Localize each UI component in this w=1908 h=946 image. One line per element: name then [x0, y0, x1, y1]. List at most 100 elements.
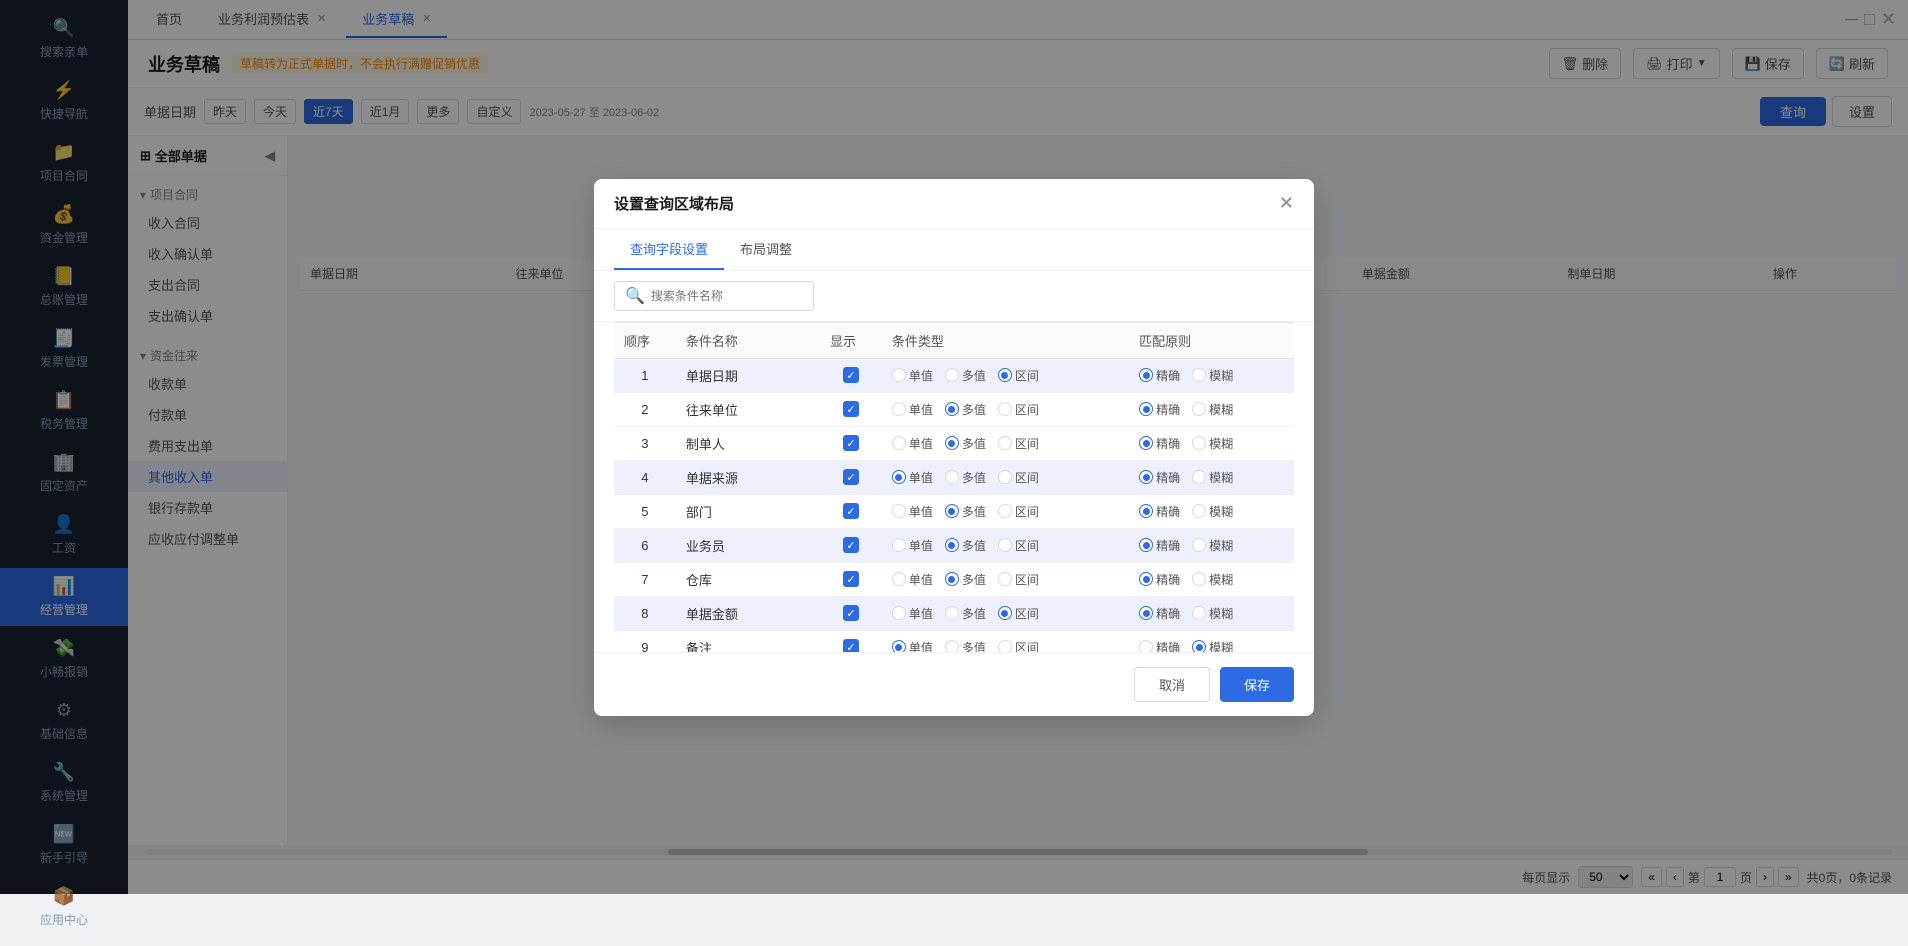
row-name: 制单人 [676, 426, 820, 460]
dialog-tab-fields[interactable]: 查询字段设置 [614, 229, 724, 270]
row-type-cell: 单值多值区间 [882, 392, 1129, 426]
row-seq: 4 [614, 460, 676, 494]
type-radio-type_multi[interactable]: 多值 [945, 435, 986, 452]
dialog-tab-layout[interactable]: 布局调整 [724, 229, 808, 270]
type-radio-type_single[interactable]: 单值 [892, 537, 933, 554]
type-radio-type_single[interactable]: 单值 [892, 469, 933, 486]
type-radio-type_single[interactable]: 单值 [892, 435, 933, 452]
match-radio-match_exact[interactable]: 精确 [1139, 469, 1180, 486]
dialog-close-btn[interactable]: ✕ [1279, 193, 1294, 214]
type-radio-type_multi[interactable]: 多值 [945, 605, 986, 622]
row-name: 单据来源 [676, 460, 820, 494]
match-radio-match_exact[interactable]: 精确 [1139, 401, 1180, 418]
row-type-cell: 单值多值区间 [882, 528, 1129, 562]
type-radio-type_range[interactable]: 区间 [998, 367, 1039, 384]
settings-table-row: 9备注单值多值区间精确模糊 [614, 630, 1294, 652]
match-radio-match_exact[interactable]: 精确 [1139, 605, 1180, 622]
settings-table-row: 4单据来源 单值多值区间 精确模糊 [614, 460, 1294, 494]
match-radio-match_exact[interactable]: 精确 [1139, 639, 1180, 652]
th-type: 条件类型 [882, 322, 1129, 358]
radio-dot [892, 606, 906, 620]
radio-dot [945, 538, 959, 552]
match-radio-match_exact[interactable]: 精确 [1139, 503, 1180, 520]
show-checkbox[interactable] [843, 503, 859, 519]
type-radio-type_multi[interactable]: 多值 [945, 639, 986, 652]
row-show-cell [820, 460, 882, 494]
row-seq: 7 [614, 562, 676, 596]
match-radio-match_fuzzy[interactable]: 模糊 [1192, 571, 1233, 588]
type-radio-type_multi[interactable]: 多值 [945, 401, 986, 418]
th-name: 条件名称 [676, 322, 820, 358]
type-radio-type_multi[interactable]: 多值 [945, 503, 986, 520]
type-radio-type_single[interactable]: 单值 [892, 639, 933, 652]
dialog-save-button[interactable]: 保存 [1220, 667, 1294, 702]
settings-table-row: 6业务员单值多值区间精确模糊 [614, 528, 1294, 562]
show-checkbox[interactable] [843, 605, 859, 621]
match-radio-match_fuzzy[interactable]: 模糊 [1192, 367, 1233, 384]
match-radio-match_exact[interactable]: 精确 [1139, 435, 1180, 452]
show-checkbox[interactable] [843, 401, 859, 417]
type-radio-type_single[interactable]: 单值 [892, 571, 933, 588]
radio-dot [892, 504, 906, 518]
type-radio-type_range[interactable]: 区间 [998, 571, 1039, 588]
match-radio-group: 精确模糊 [1139, 435, 1284, 452]
settings-table: 顺序 条件名称 显示 条件类型 匹配原则 1单据日期单值多值区间精确模糊2往来单… [614, 322, 1294, 652]
radio-dot [945, 572, 959, 586]
type-radio-type_single[interactable]: 单值 [892, 503, 933, 520]
type-radio-type_range[interactable]: 区间 [998, 435, 1039, 452]
match-radio-match_exact[interactable]: 精确 [1139, 571, 1180, 588]
match-radio-match_fuzzy[interactable]: 模糊 [1192, 401, 1233, 418]
row-match-cell: 精确模糊 [1129, 358, 1294, 392]
radio-dot [998, 436, 1012, 450]
match-radio-match_fuzzy[interactable]: 模糊 [1192, 503, 1233, 520]
match-radio-match_exact[interactable]: 精确 [1139, 367, 1180, 384]
type-radio-type_range[interactable]: 区间 [998, 537, 1039, 554]
row-match-cell: 精确模糊 [1129, 562, 1294, 596]
row-show-cell [820, 494, 882, 528]
match-radio-group: 精确模糊 [1139, 571, 1284, 588]
dialog-body: 查询字段设置 布局调整 🔍 顺序 条件名 [594, 229, 1314, 652]
show-checkbox[interactable] [843, 537, 859, 553]
show-checkbox[interactable] [843, 435, 859, 451]
th-seq: 顺序 [614, 322, 676, 358]
type-radio-type_single[interactable]: 单值 [892, 367, 933, 384]
type-radio-type_single[interactable]: 单值 [892, 605, 933, 622]
dialog-search-input[interactable] [651, 289, 806, 303]
match-radio-match_exact[interactable]: 精确 [1139, 537, 1180, 554]
match-radio-match_fuzzy[interactable]: 模糊 [1192, 469, 1233, 486]
match-radio-match_fuzzy[interactable]: 模糊 [1192, 435, 1233, 452]
type-radio-type_range[interactable]: 区间 [998, 401, 1039, 418]
radio-dot [998, 504, 1012, 518]
row-name: 业务员 [676, 528, 820, 562]
radio-dot [892, 436, 906, 450]
radio-dot [1192, 402, 1206, 416]
type-radio-type_range[interactable]: 区间 [998, 605, 1039, 622]
type-radio-type_multi[interactable]: 多值 [945, 367, 986, 384]
show-checkbox[interactable] [843, 571, 859, 587]
row-match-cell: 精确模糊 [1129, 494, 1294, 528]
match-radio-match_fuzzy[interactable]: 模糊 [1192, 605, 1233, 622]
type-radio-type_multi[interactable]: 多值 [945, 571, 986, 588]
radio-dot [1192, 436, 1206, 450]
dialog-header: 设置查询区域布局 ✕ [594, 179, 1314, 229]
type-radio-type_multi[interactable]: 多值 [945, 469, 986, 486]
row-match-cell: 精确模糊 [1129, 426, 1294, 460]
radio-dot [1139, 436, 1153, 450]
type-radio-group: 单值多值区间 [892, 639, 1119, 652]
show-checkbox[interactable] [843, 469, 859, 485]
type-radio-type_range[interactable]: 区间 [998, 469, 1039, 486]
show-checkbox[interactable] [843, 639, 859, 651]
match-radio-match_fuzzy[interactable]: 模糊 [1192, 537, 1233, 554]
radio-dot [1139, 538, 1153, 552]
type-radio-type_range[interactable]: 区间 [998, 639, 1039, 652]
show-checkbox[interactable] [843, 367, 859, 383]
type-radio-type_multi[interactable]: 多值 [945, 537, 986, 554]
type-radio-type_range[interactable]: 区间 [998, 503, 1039, 520]
cancel-button[interactable]: 取消 [1134, 667, 1210, 702]
radio-dot [1192, 640, 1206, 652]
radio-dot [1139, 606, 1153, 620]
type-radio-type_single[interactable]: 单值 [892, 401, 933, 418]
row-seq: 5 [614, 494, 676, 528]
match-radio-match_fuzzy[interactable]: 模糊 [1192, 639, 1233, 652]
settings-table-row: 3制单人单值多值区间精确模糊 [614, 426, 1294, 460]
